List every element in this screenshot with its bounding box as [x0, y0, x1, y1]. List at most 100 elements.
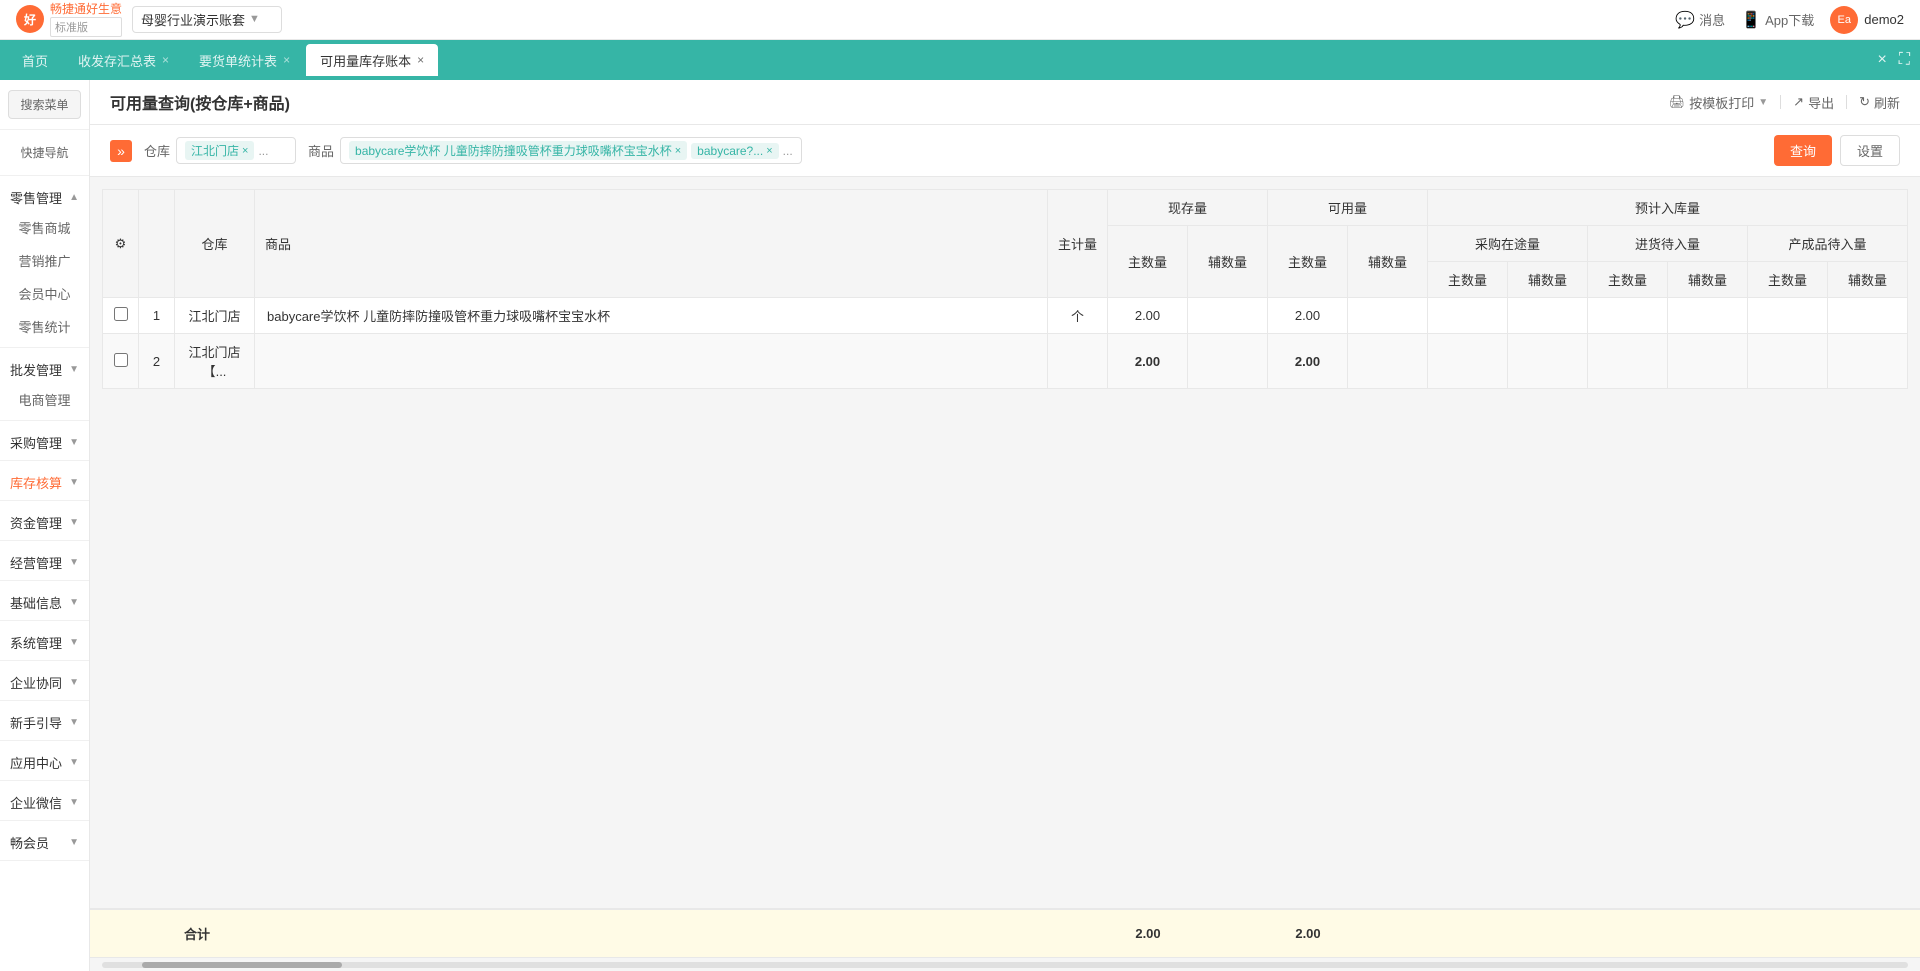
search-menu-button[interactable]: 搜索菜单	[8, 90, 81, 119]
sidebar-group-purchase-label: 采购管理	[10, 433, 62, 452]
row-1-product: babycare学饮杯 儿童防摔防撞吸管杯重力球吸嘴杯宝宝水杯	[255, 298, 1048, 334]
warehouse-tags-input[interactable]: 江北门店 × ...	[176, 137, 296, 164]
tab-order-stats-close[interactable]: ×	[283, 53, 290, 67]
divider-2	[1846, 95, 1847, 109]
sidebar-item-marketing[interactable]: 营销推广	[0, 244, 89, 277]
user-avatar-area[interactable]: Ea demo2	[1830, 6, 1904, 34]
table-header-warehouse: 仓库	[175, 190, 255, 298]
scrollbar-thumb[interactable]	[142, 962, 342, 968]
main-layout: 搜索菜单 快捷导航 零售管理 ▲ 零售商城 营销推广 会员中心 零售统计 批发管…	[0, 80, 1920, 971]
print-icon: 🖨	[1669, 94, 1686, 110]
sidebar-group-operation-header[interactable]: 经营管理 ▼	[0, 545, 89, 576]
product-tag-close2[interactable]: ×	[766, 145, 772, 157]
tab-order-stats[interactable]: 要货单统计表 ×	[185, 44, 304, 76]
sidebar-item-retail-mall[interactable]: 零售商城	[0, 211, 89, 244]
logo-area: 好 畅捷通好生意 标准版	[16, 2, 122, 36]
export-label: 导出	[1808, 93, 1834, 112]
row-2-checkbox[interactable]	[103, 334, 139, 389]
table-header-available: 可用量	[1268, 190, 1428, 226]
product-tag-text: babycare学饮杯 儿童防摔防撞吸管杯重力球吸嘴杯宝宝水杯	[355, 142, 672, 159]
fullscreen-button[interactable]: ⛶	[1897, 49, 1912, 71]
tab-home[interactable]: 首页	[8, 44, 62, 76]
sidebar-group-wechat-biz-label: 企业微信	[10, 793, 62, 812]
footer-label: 合计	[174, 918, 254, 949]
table-header-purchased-main: 主数量	[1428, 262, 1508, 298]
sidebar-group-wechat-biz-header[interactable]: 企业微信 ▼	[0, 785, 89, 816]
sidebar: 搜索菜单 快捷导航 零售管理 ▲ 零售商城 营销推广 会员中心 零售统计 批发管…	[0, 80, 90, 971]
footer-current-sub	[1188, 918, 1268, 949]
close-all-tabs-button[interactable]: ×	[1875, 49, 1888, 71]
warehouse-more-button[interactable]: ...	[258, 144, 268, 158]
settings-button[interactable]: 设置	[1840, 135, 1900, 166]
sidebar-group-retail-header[interactable]: 零售管理 ▲	[0, 180, 89, 211]
table-header-available-main: 主数量	[1268, 226, 1348, 298]
sidebar-group-wholesale: 批发管理 ▼ 电商管理	[0, 348, 89, 421]
topbar: 好 畅捷通好生意 标准版 母婴行业演示账套 ▼ 💬 消息 📱 App下载 Ea …	[0, 0, 1920, 40]
sidebar-group-appstore-header[interactable]: 应用中心 ▼	[0, 745, 89, 776]
sidebar-group-finance-header[interactable]: 资金管理 ▼	[0, 505, 89, 536]
sidebar-group-collab-header[interactable]: 企业协同 ▼	[0, 665, 89, 696]
page-actions: 🖨 按模板打印 ▼ ↗ 导出 ↻ 刷新	[1669, 93, 1900, 112]
query-button[interactable]: 查询	[1774, 135, 1832, 166]
table-area: ⚙ 仓库 商品 主计量 现存量 可用量 预计入库量 主数量 辅数量 主数量 辅数…	[90, 177, 1920, 908]
product-tag-close[interactable]: ×	[675, 145, 681, 157]
refresh-button[interactable]: ↻ 刷新	[1859, 93, 1900, 112]
sidebar-group-operation-label: 经营管理	[10, 553, 62, 572]
sidebar-group-appstore: 应用中心 ▼	[0, 741, 89, 781]
app-icon: 📱	[1741, 10, 1761, 30]
double-arrow-icon: »	[117, 143, 125, 159]
message-label: 消息	[1699, 10, 1725, 29]
industry-select[interactable]: 母婴行业演示账套 ▼	[132, 6, 282, 33]
row-2-num: 2	[139, 334, 175, 389]
sidebar-item-member-center[interactable]: 会员中心	[0, 277, 89, 310]
sidebar-item-quick-nav[interactable]: 快捷导航	[0, 138, 89, 167]
tab-available-stock[interactable]: 可用量库存账本 ×	[306, 44, 438, 76]
sidebar-group-member: 畅会员 ▼	[0, 821, 89, 861]
sidebar-group-collab-label: 企业协同	[10, 673, 62, 692]
tab-receive[interactable]: 收发存汇总表 ×	[64, 44, 183, 76]
sidebar-item-ecommerce[interactable]: 电商管理	[0, 383, 89, 416]
sidebar-group-system-header[interactable]: 系统管理 ▼	[0, 625, 89, 656]
row-1-unit: 个	[1047, 298, 1107, 334]
row-2-warehouse: 江北门店【...	[175, 334, 255, 389]
row-2-product	[255, 334, 1048, 389]
product-more-button[interactable]: ...	[783, 144, 793, 158]
tab-available-stock-close[interactable]: ×	[417, 53, 424, 67]
message-button[interactable]: 💬 消息	[1675, 10, 1725, 30]
print-template-button[interactable]: 🖨 按模板打印 ▼	[1669, 93, 1768, 112]
sidebar-group-purchase-header[interactable]: 采购管理 ▼	[0, 425, 89, 456]
user-name: demo2	[1864, 12, 1904, 27]
filter-expand-button[interactable]: »	[110, 140, 132, 162]
warehouse-label: 仓库	[144, 141, 170, 160]
product-tags-input[interactable]: babycare学饮杯 儿童防摔防撞吸管杯重力球吸嘴杯宝宝水杯 × babyca…	[340, 137, 802, 164]
topbar-left: 好 畅捷通好生意 标准版 母婴行业演示账套 ▼	[16, 2, 282, 36]
footer-finished-sub	[1828, 918, 1908, 949]
row-1-current-sub	[1188, 298, 1268, 334]
divider-1	[1780, 95, 1781, 109]
refresh-icon: ↻	[1859, 94, 1870, 110]
horizontal-scrollbar[interactable]	[90, 957, 1920, 971]
chevron-down-icon-print: ▼	[1758, 97, 1768, 108]
chevron-down-icon-3: ▼	[69, 437, 79, 448]
table-header-finished-sub: 辅数量	[1828, 262, 1908, 298]
tab-receive-close[interactable]: ×	[162, 53, 169, 67]
table-header-settings[interactable]: ⚙	[103, 190, 139, 298]
table-header-rownum	[139, 190, 175, 298]
row-1-checkbox[interactable]	[103, 298, 139, 334]
sidebar-group-wholesale-header[interactable]: 批发管理 ▼	[0, 352, 89, 383]
sidebar-group-wholesale-label: 批发管理	[10, 360, 62, 379]
sidebar-group-finance-label: 资金管理	[10, 513, 62, 532]
sidebar-item-retail-stats[interactable]: 零售统计	[0, 310, 89, 343]
app-download-button[interactable]: 📱 App下载	[1741, 10, 1814, 30]
sidebar-group-guide-header[interactable]: 新手引导 ▼	[0, 705, 89, 736]
row-1-finished-main	[1748, 298, 1828, 334]
table-header-purchased-sub: 辅数量	[1508, 262, 1588, 298]
sidebar-group-inventory-header[interactable]: 库存核算 ▼	[0, 465, 89, 496]
sidebar-group-guide-label: 新手引导	[10, 713, 62, 732]
warehouse-tag-close[interactable]: ×	[242, 145, 248, 157]
sidebar-group-basic-header[interactable]: 基础信息 ▼	[0, 585, 89, 616]
sidebar-group-member-header[interactable]: 畅会员 ▼	[0, 825, 89, 856]
product-label: 商品	[308, 141, 334, 160]
export-button[interactable]: ↗ 导出	[1793, 93, 1834, 112]
sidebar-group-operation: 经营管理 ▼	[0, 541, 89, 581]
